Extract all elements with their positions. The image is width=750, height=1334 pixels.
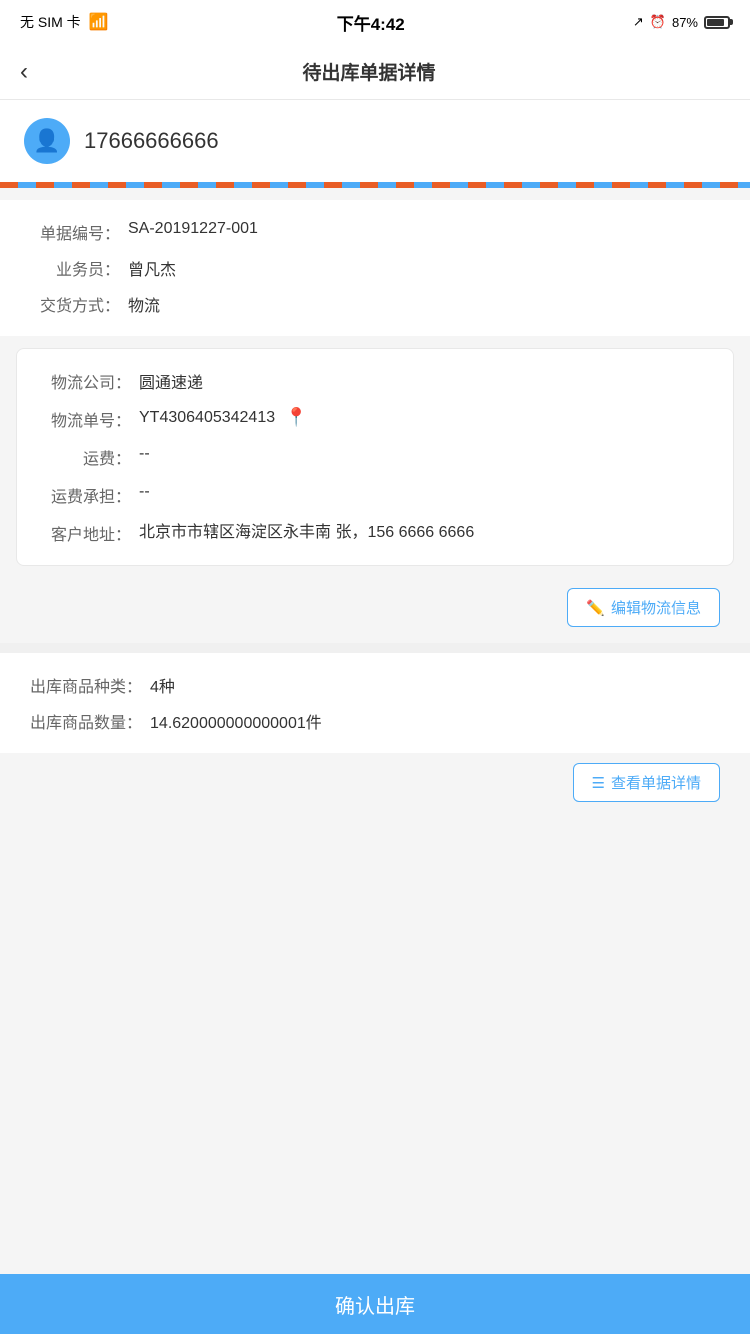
- goods-kind-row: 出库商品种类： 4种: [30, 673, 720, 697]
- freight-row: 运费： --: [41, 445, 709, 469]
- salesman-row: 业务员： 曾凡杰: [30, 256, 720, 280]
- back-button[interactable]: ‹: [20, 58, 28, 86]
- address-label: 客户地址：: [41, 521, 131, 545]
- user-phone: 17666666666: [84, 128, 219, 154]
- battery-icon: [704, 16, 730, 29]
- nav-bar: ‹ 待出库单据详情: [0, 44, 750, 100]
- order-info-section: 单据编号： SA-20191227-001 业务员： 曾凡杰 交货方式： 物流: [0, 200, 750, 336]
- status-carrier: 无 SIM 卡 📶: [20, 12, 109, 32]
- delivery-row: 交货方式： 物流: [30, 292, 720, 316]
- view-btn-row: ☰ 查看单据详情: [0, 753, 750, 818]
- view-btn-label: 查看单据详情: [611, 772, 701, 793]
- order-no-value: SA-20191227-001: [128, 220, 720, 238]
- freight-bear-label: 运费承担：: [41, 483, 131, 507]
- goods-qty-row: 出库商品数量： 14.620000000000001件: [30, 709, 720, 733]
- edit-icon: ✏️: [586, 599, 605, 617]
- goods-qty-label: 出库商品数量：: [30, 709, 142, 733]
- logistics-card: 物流公司： 圆通速递 物流单号： YT4306405342413 📍 运费： -…: [16, 348, 734, 566]
- page-title: 待出库单据详情: [48, 58, 690, 85]
- tracking-no-value: YT4306405342413 📍: [139, 407, 709, 428]
- status-bar: 无 SIM 卡 📶 下午4:42 ↗ ⏰ 87%: [0, 0, 750, 44]
- bottom-spacer: [0, 818, 750, 998]
- goods-qty-value: 14.620000000000001件: [150, 709, 322, 733]
- status-time: 下午4:42: [337, 10, 405, 35]
- view-details-button[interactable]: ☰ 查看单据详情: [573, 763, 720, 802]
- dashed-divider: [0, 182, 750, 188]
- location-icon: ↗: [633, 14, 644, 30]
- alarm-icon: ⏰: [650, 14, 666, 30]
- status-indicators: ↗ ⏰ 87%: [633, 14, 730, 30]
- wifi-icon: 📶: [89, 12, 109, 32]
- freight-bear-value: --: [139, 483, 709, 501]
- view-icon: ☰: [592, 774, 605, 792]
- freight-label: 运费：: [41, 445, 131, 469]
- goods-kind-value: 4种: [150, 673, 175, 697]
- avatar-icon: 👤: [33, 128, 60, 154]
- address-value: 北京市市辖区海淀区永丰南 张，156 6666 6666: [139, 521, 709, 545]
- logistics-company-row: 物流公司： 圆通速递: [41, 369, 709, 393]
- tracking-no-text: YT4306405342413: [139, 409, 275, 427]
- edit-logistics-button[interactable]: ✏️ 编辑物流信息: [567, 588, 720, 627]
- tracking-no-row: 物流单号： YT4306405342413 📍: [41, 407, 709, 431]
- battery-percent: 87%: [672, 15, 698, 30]
- tracking-no-label: 物流单号：: [41, 407, 131, 431]
- edit-btn-label: 编辑物流信息: [611, 597, 701, 618]
- confirm-btn-label: 确认出库: [335, 1290, 415, 1319]
- freight-value: --: [139, 445, 709, 463]
- location-link-icon[interactable]: 📍: [285, 407, 307, 428]
- goods-kind-label: 出库商品种类：: [30, 673, 142, 697]
- order-no-label: 单据编号：: [30, 220, 120, 244]
- carrier-text: 无 SIM 卡: [20, 12, 81, 32]
- avatar: 👤: [24, 118, 70, 164]
- order-no-row: 单据编号： SA-20191227-001: [30, 220, 720, 244]
- logistics-company-label: 物流公司：: [41, 369, 131, 393]
- salesman-label: 业务员：: [30, 256, 120, 280]
- delivery-value: 物流: [128, 292, 720, 316]
- freight-bear-row: 运费承担： --: [41, 483, 709, 507]
- delivery-label: 交货方式：: [30, 292, 120, 316]
- address-row: 客户地址： 北京市市辖区海淀区永丰南 张，156 6666 6666: [41, 521, 709, 545]
- section-separator: [0, 643, 750, 653]
- logistics-company-value: 圆通速递: [139, 369, 709, 393]
- edit-btn-row: ✏️ 编辑物流信息: [0, 578, 750, 643]
- salesman-value: 曾凡杰: [128, 256, 720, 280]
- goods-section: 出库商品种类： 4种 出库商品数量： 14.620000000000001件: [0, 653, 750, 753]
- confirm-button-bar[interactable]: 确认出库: [0, 1274, 750, 1334]
- user-section: 👤 17666666666: [0, 100, 750, 182]
